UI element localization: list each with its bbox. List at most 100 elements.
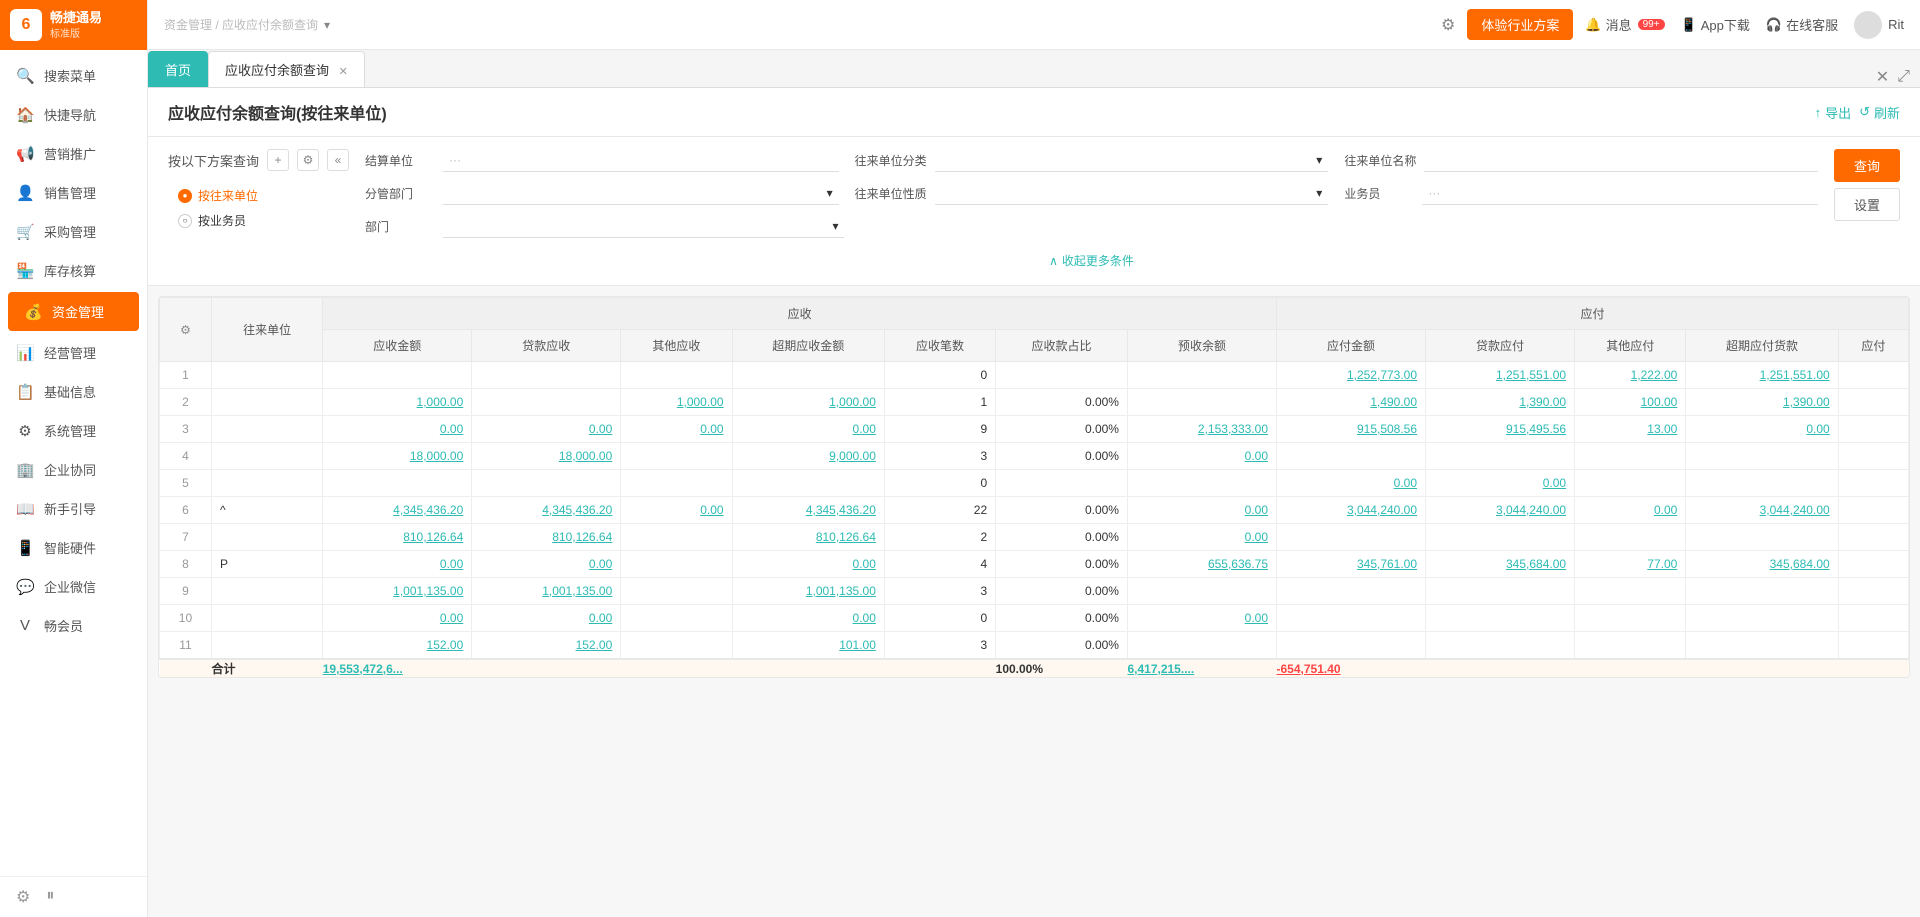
industry-solution-button[interactable]: 体验行业方案 xyxy=(1467,9,1573,40)
sidebar-item-sales[interactable]: 👤 销售管理 xyxy=(0,173,147,212)
dept-select[interactable]: ▾ xyxy=(443,215,844,238)
total-label: 合计 xyxy=(211,659,322,677)
sidebar-logo: 6 xyxy=(10,9,42,41)
dept-field: 部门 ▾ xyxy=(365,215,844,238)
settings-icon[interactable]: ⚙ xyxy=(16,887,30,907)
table-row: 6^4,345,436.204,345,436.200.004,345,436.… xyxy=(160,497,1909,524)
sidebar-item-basic-info[interactable]: 📋 基础信息 xyxy=(0,372,147,411)
settings-button[interactable]: 设置 xyxy=(1834,188,1900,221)
sidebar-header: 6 畅捷通易 标准版 xyxy=(0,0,147,50)
total-ap-loan xyxy=(1426,659,1575,677)
quick-nav-icon: 🏠 xyxy=(16,106,34,124)
vip-icon: V xyxy=(16,617,34,634)
page-header: 应收应付余额查询(按往来单位) ↑ 导出 ↺ 刷新 xyxy=(148,88,1920,137)
total-settings-cell xyxy=(160,659,212,677)
scheme-by-partner[interactable]: ● 按往来单位 xyxy=(168,183,349,208)
user-profile[interactable]: Rit xyxy=(1854,11,1904,39)
sidebar-item-label: 快捷导航 xyxy=(44,105,96,124)
partner-name-field: 往来单位名称 xyxy=(1344,149,1818,172)
sidebar-item-system[interactable]: ⚙ 系统管理 xyxy=(0,411,147,450)
partner-name-input[interactable] xyxy=(1424,149,1818,172)
table-row: 11152.00152.00101.0030.00% xyxy=(160,632,1909,660)
sidebar-item-label: 经营管理 xyxy=(44,343,96,362)
payable-group-header: 应付 xyxy=(1277,298,1909,330)
sidebar-item-vip[interactable]: V 畅会员 xyxy=(0,606,147,645)
search-menu-icon: 🔍 xyxy=(16,67,34,85)
partner-nature-select[interactable]: ▾ xyxy=(935,182,1329,205)
total-ar-amount[interactable]: 19,553,472,6... xyxy=(323,659,472,677)
app-download-button[interactable]: 📱 App下载 xyxy=(1681,15,1750,34)
tab-home[interactable]: 首页 xyxy=(148,51,208,87)
receivable-group-header: 应收 xyxy=(323,298,1277,330)
settings-col-header[interactable]: ⚙ xyxy=(160,298,212,362)
ap-overdue-col: 超期应付货款 xyxy=(1686,330,1838,362)
maximize-icon[interactable]: ⤢ xyxy=(1897,68,1910,86)
sidebar-item-finance[interactable]: 💰 资金管理 xyxy=(8,292,139,331)
managing-dept-select[interactable]: ▾ xyxy=(443,182,839,205)
settlement-unit-label: 结算单位 xyxy=(365,152,435,169)
sidebar-footer: ⚙ ⏸ xyxy=(0,876,147,917)
basic-info-icon: 📋 xyxy=(16,383,34,401)
ar-ap-table: ⚙ 往来单位 应收 应付 应收金额 贷款应收 其他应收 超期应收金额 应收笔数 … xyxy=(159,297,1909,677)
sidebar-item-label: 库存核算 xyxy=(44,261,96,280)
table-row: 8P0.000.000.0040.00%655,636.75345,761.00… xyxy=(160,551,1909,578)
query-button[interactable]: 查询 xyxy=(1834,149,1900,182)
table-row: 500.000.00 xyxy=(160,470,1909,497)
settlement-unit-input[interactable]: ··· xyxy=(443,149,839,172)
bell-icon: 🔔 xyxy=(1585,17,1601,33)
sidebar-item-corp-wechat[interactable]: 💬 企业微信 xyxy=(0,567,147,606)
ap-amount-col: 应付金额 xyxy=(1277,330,1426,362)
sidebar-item-operations[interactable]: 📊 经营管理 xyxy=(0,333,147,372)
total-prepaid-balance[interactable]: 6,417,215.... xyxy=(1127,659,1276,677)
collapse-icon[interactable]: ⏸ xyxy=(46,887,54,907)
sidebar-item-beginner[interactable]: 📖 新手引导 xyxy=(0,489,147,528)
ar-other-col: 其他应收 xyxy=(621,330,732,362)
total-ap-extra xyxy=(1838,659,1908,677)
sidebar-item-inventory[interactable]: 🏪 库存核算 xyxy=(0,251,147,290)
ar-loan-col: 贷款应收 xyxy=(472,330,621,362)
ap-loan-col: 贷款应付 xyxy=(1426,330,1575,362)
salesman-input[interactable]: ··· xyxy=(1422,182,1818,205)
collapse-button[interactable]: ∧ 收起更多条件 xyxy=(365,248,1818,273)
total-ap-amount[interactable]: -654,751.40 xyxy=(1277,659,1426,677)
table-row: 7810,126.64810,126.64810,126.6420.00%0.0… xyxy=(160,524,1909,551)
tab-close-icon[interactable]: ✕ xyxy=(339,66,348,78)
close-all-icon[interactable]: ✕ xyxy=(1876,67,1889,87)
customer-service-button[interactable]: 🎧 在线客服 xyxy=(1766,15,1838,34)
topbar-gear-icon[interactable]: ⚙ xyxy=(1441,15,1455,35)
system-icon: ⚙ xyxy=(16,422,34,440)
edit-scheme-button[interactable]: ⚙ xyxy=(297,149,319,171)
partner-category-select[interactable]: ▾ xyxy=(935,149,1329,172)
table-wrapper[interactable]: ⚙ 往来单位 应收 应付 应收金额 贷款应收 其他应收 超期应收金额 应收笔数 … xyxy=(159,297,1909,677)
total-ap-other xyxy=(1575,659,1686,677)
tab-ar-ap-query[interactable]: 应收应付余额查询 ✕ xyxy=(208,51,365,87)
sidebar-item-label: 搜索菜单 xyxy=(44,66,96,85)
topbar-dropdown-icon[interactable]: ▾ xyxy=(324,18,330,32)
purchase-icon: 🛒 xyxy=(16,223,34,241)
sidebar-item-label: 基础信息 xyxy=(44,382,96,401)
notifications-button[interactable]: 🔔 消息 99+ xyxy=(1585,15,1664,34)
ar-amount-col: 应收金额 xyxy=(323,330,472,362)
tabs-actions: ✕ ⤢ xyxy=(1876,67,1920,87)
refresh-button[interactable]: ↺ 刷新 xyxy=(1859,103,1900,122)
sidebar-item-quick-nav[interactable]: 🏠 快捷导航 xyxy=(0,95,147,134)
table-row: 91,001,135.001,001,135.001,001,135.0030.… xyxy=(160,578,1909,605)
export-button[interactable]: ↑ 导出 xyxy=(1815,103,1852,122)
managing-dept-label: 分管部门 xyxy=(365,185,435,202)
dept-label: 部门 xyxy=(365,218,435,235)
scheme-selector: 按以下方案查询 + ⚙ « ● 按往来单位 ○ 按业务员 xyxy=(168,149,349,233)
sidebar-item-smart-hw[interactable]: 📱 智能硬件 xyxy=(0,528,147,567)
sidebar-item-corp-collab[interactable]: 🏢 企业协同 xyxy=(0,450,147,489)
page-title: 应收应付余额查询(按往来单位) xyxy=(168,100,387,136)
table-row: 21,000.001,000.001,000.0010.00%1,490.001… xyxy=(160,389,1909,416)
add-scheme-button[interactable]: + xyxy=(267,149,289,171)
prev-scheme-button[interactable]: « xyxy=(327,149,349,171)
sidebar-item-search-menu[interactable]: 🔍 搜索菜单 xyxy=(0,56,147,95)
total-ap-overdue xyxy=(1686,659,1838,677)
table-settings-icon[interactable]: ⚙ xyxy=(180,323,191,337)
sidebar-item-purchase[interactable]: 🛒 采购管理 xyxy=(0,212,147,251)
ap-other-col: 其他应付 xyxy=(1575,330,1686,362)
page-header-actions: ↑ 导出 ↺ 刷新 xyxy=(1815,103,1900,134)
scheme-by-salesman[interactable]: ○ 按业务员 xyxy=(168,208,349,233)
sidebar-item-marketing[interactable]: 📢 营销推广 xyxy=(0,134,147,173)
